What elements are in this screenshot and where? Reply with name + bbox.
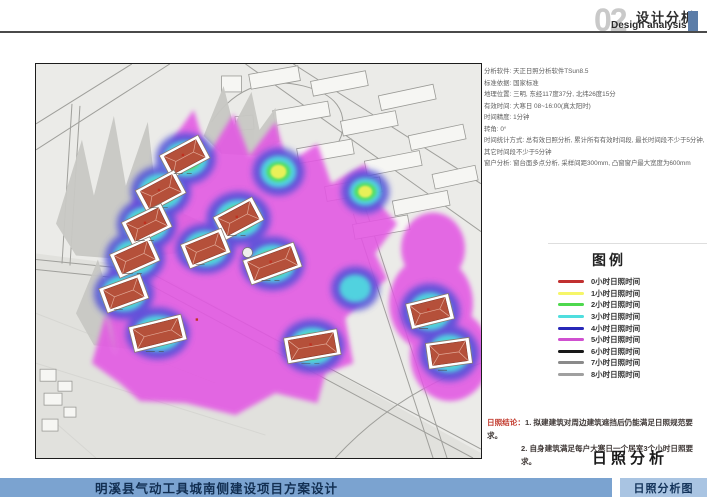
legend-item: 7小时日照时间 <box>558 357 707 369</box>
legend-color-swatch <box>558 291 584 295</box>
header-divider <box>0 31 707 33</box>
legend-color-swatch <box>558 349 584 353</box>
legend-item: 5小时日照时间 <box>558 334 707 346</box>
section-title: 日照分析 <box>591 450 668 467</box>
parameter-line: 窗户分析: 窗台面多点分析, 采样间距300mm, 凸窗窗户最大宽度为600mm <box>484 160 691 167</box>
parameter-line: 标准依据: 国家标准 <box>484 79 539 87</box>
analysis-parameters: 分析软件: 天正日照分析软件TSun8.5 标准依据: 国家标准 地理位置: 三… <box>484 66 707 170</box>
legend-color-swatch <box>558 280 584 284</box>
legend-item: 1小时日照时间 <box>558 288 707 300</box>
header-accent-square <box>688 11 698 31</box>
legend-item: 0小时日照时间 <box>558 276 707 288</box>
parameter-line: 转角: 0° <box>484 125 507 133</box>
drawing-title-box: 日照分析图 <box>620 478 707 497</box>
project-title: 明溪县气动工具城南侧建设项目方案设计 <box>95 482 339 496</box>
conclusion-label: 日照结论： <box>487 418 525 427</box>
legend-item: 8小时日照时间 <box>558 369 707 381</box>
legend-item: 6小时日照时间 <box>558 346 707 358</box>
project-title-bar: 明溪县气动工具城南侧建设项目方案设计 <box>0 478 612 497</box>
legend-title: 图例 <box>592 252 626 268</box>
legend-divider <box>548 243 707 244</box>
design-analysis-sheet: 02 设计分析 Design analysis 分析软件: 天正日照分析软件TS… <box>0 0 707 500</box>
conclusion-line: 日照结论：1. 拟建建筑对周边建筑遮挡后仍能满足日照规范要求。 <box>487 418 693 440</box>
legend-color-swatch <box>558 373 584 377</box>
drawing-title: 日照分析图 <box>633 482 694 495</box>
legend-color-swatch <box>558 361 584 365</box>
sunlight-analysis-map <box>35 63 482 459</box>
parameter-line: 时间统计方式: 总有效日照分析, 累计所有有效时间段, 最长时间段不少于5分钟,… <box>484 137 705 156</box>
legend-color-swatch <box>558 315 584 319</box>
parameter-line: 分析软件: 天正日照分析软件TSun8.5 <box>484 68 589 75</box>
parameter-line: 时间精度: 1分钟 <box>484 114 530 121</box>
legend-item: 3小时日照时间 <box>558 311 707 323</box>
legend-item: 4小时日照时间 <box>558 322 707 334</box>
site-plan-drawing <box>36 64 481 458</box>
page-title-en: Design analysis <box>611 20 687 31</box>
legend-color-swatch <box>558 338 584 342</box>
parameter-line: 地理位置: 三明, 东经117度37分, 北纬26度15分 <box>484 91 616 98</box>
legend-color-swatch <box>558 326 584 330</box>
parameter-line: 有效时间: 大寒日 08~16:00(真太阳时) <box>484 102 591 110</box>
road-junction-circle <box>242 247 253 258</box>
legend-color-swatch <box>558 303 584 307</box>
legend: 图例 0小时日照时间 1小时日照时间 2小时日照时间 3小时日照时间 4小时日照… <box>558 250 707 380</box>
legend-item: 2小时日照时间 <box>558 299 707 311</box>
